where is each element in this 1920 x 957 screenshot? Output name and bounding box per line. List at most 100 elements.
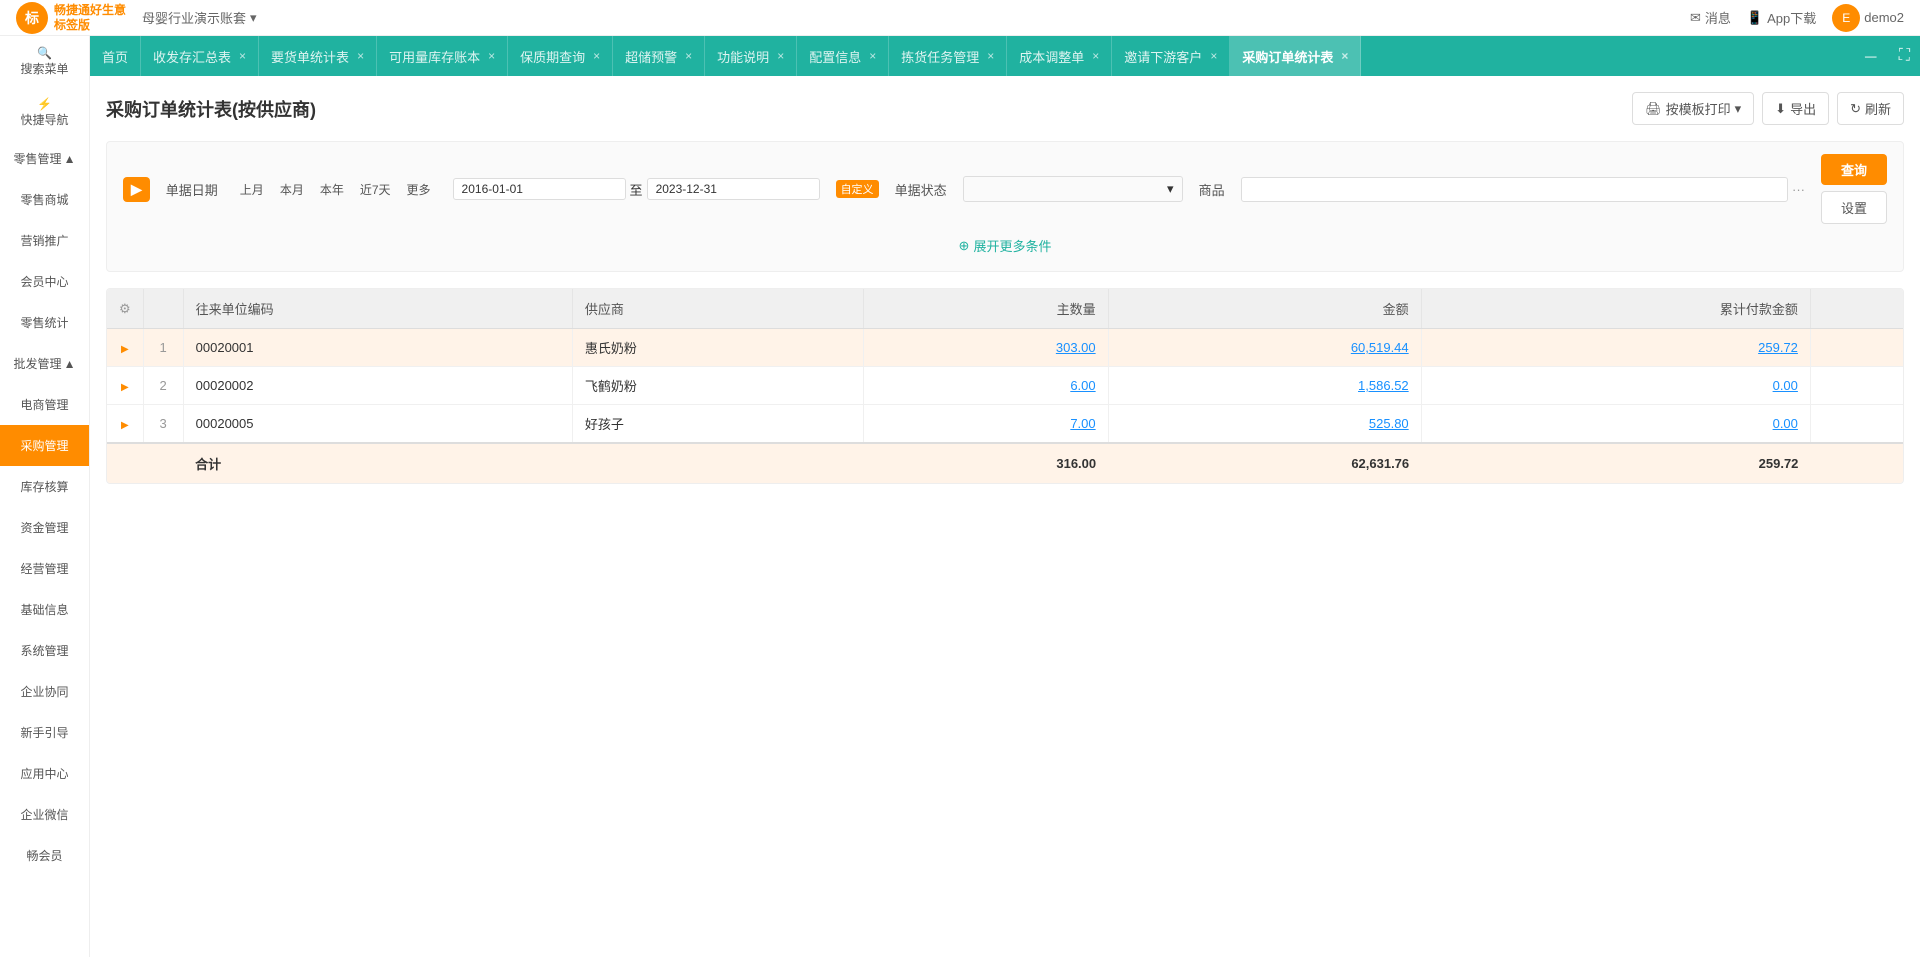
page-content: 采购订单统计表(按供应商) 🖨 按模板打印 ▾ ⬇ 导出 ↻ 刷新 (90, 76, 1920, 957)
tab-config[interactable]: 配置信息 × (797, 36, 889, 76)
sidebar-item-retail-shop[interactable]: 零售商城 (0, 179, 89, 220)
sidebar-item-search[interactable]: 🔍 搜索菜单 (0, 36, 89, 87)
sidebar-item-business[interactable]: 经营管理 (0, 548, 89, 589)
date-label: 单据日期 (166, 180, 218, 199)
tab-expiry[interactable]: 保质期查询 × (508, 36, 613, 76)
row-qty[interactable]: 6.00 (863, 367, 1108, 405)
table-row: ▶ 2 00020002 飞鹤奶粉 6.00 1,586.52 0.00 (107, 367, 1903, 405)
tab-close-config[interactable]: × (869, 49, 876, 63)
workspace-selector[interactable]: 母婴行业演示账套 ▾ (134, 4, 265, 31)
tab-close-available[interactable]: × (488, 49, 495, 63)
row-extra (1810, 405, 1903, 444)
filter-area: ▶ 单据日期 上月 本月 本年 近7天 更多 至 自定义 (106, 141, 1904, 272)
row-supplier-code: 00020002 (183, 367, 572, 405)
print-button[interactable]: 🖨 按模板打印 ▾ (1632, 92, 1754, 125)
sidebar-item-wholesale[interactable]: 批发管理 ▲ (0, 343, 89, 384)
row-amount[interactable]: 1,586.52 (1108, 367, 1421, 405)
sidebar-item-purchase[interactable]: 采购管理 (0, 425, 89, 466)
tab-picking[interactable]: 拣货任务管理 × (889, 36, 1007, 76)
sidebar-item-ecommerce[interactable]: 电商管理 (0, 384, 89, 425)
chevron-down-icon: ▾ (1167, 181, 1174, 197)
tab-minimize-button[interactable]: － (1853, 36, 1889, 76)
table-row: ▶ 3 00020005 好孩子 7.00 525.80 0.00 (107, 405, 1903, 444)
tab-collect[interactable]: 收发存汇总表 × (141, 36, 259, 76)
data-table: ⚙ 往来单位编码 供应商 主数量 金额 累计付款金额 (107, 289, 1903, 483)
amount-col-header: 金额 (1108, 289, 1421, 329)
tab-requisition[interactable]: 要货单统计表 × (259, 36, 377, 76)
row-qty[interactable]: 7.00 (863, 405, 1108, 444)
tab-expand-button[interactable]: ⛶ (1889, 36, 1920, 76)
date-to-input[interactable] (647, 178, 820, 200)
row-supplier-code: 00020005 (183, 405, 572, 444)
row-expand-icon[interactable]: ▶ (121, 382, 129, 393)
tab-invite[interactable]: 邀请下游客户 × (1112, 36, 1230, 76)
row-expand-icon[interactable]: ▶ (121, 420, 129, 431)
qty-col-header: 主数量 (863, 289, 1108, 329)
tab-bar: 首页 收发存汇总表 × 要货单统计表 × 可用量库存账本 × 保质期查询 × 超… (90, 36, 1920, 76)
sidebar-item-system[interactable]: 系统管理 (0, 630, 89, 671)
query-button[interactable]: 查询 (1821, 154, 1887, 185)
shortcut-7days[interactable]: 近7天 (354, 179, 397, 200)
row-expand-icon[interactable]: ▶ (121, 344, 129, 355)
sidebar-item-retail-stats[interactable]: 零售统计 (0, 302, 89, 343)
status-select[interactable]: ▾ (963, 176, 1183, 202)
refresh-button[interactable]: ↻ 刷新 (1837, 92, 1904, 125)
shortcut-more[interactable]: 更多 (401, 179, 437, 200)
shortcut-this-month[interactable]: 本月 (274, 179, 310, 200)
date-from-input[interactable] (453, 178, 626, 200)
top-bar-left: 标 畅捷通好生意 标签版 母婴行业演示账套 ▾ (16, 2, 265, 34)
settings-button[interactable]: 设置 (1821, 191, 1887, 224)
tab-close-invite[interactable]: × (1210, 49, 1217, 63)
tab-overstock[interactable]: 超储预警 × (613, 36, 705, 76)
export-icon: ⬇ (1775, 101, 1786, 117)
row-paid[interactable]: 259.72 (1421, 329, 1810, 367)
shortcut-this-year[interactable]: 本年 (314, 179, 350, 200)
goods-label: 商品 (1199, 180, 1225, 199)
row-qty[interactable]: 303.00 (863, 329, 1108, 367)
message-button[interactable]: ✉ 消息 (1690, 8, 1731, 27)
sidebar-item-appcenter[interactable]: 应用中心 (0, 753, 89, 794)
filter-toggle-button[interactable]: ▶ (123, 177, 150, 202)
tab-close-expiry[interactable]: × (593, 49, 600, 63)
sidebar-item-newuser[interactable]: 新手引导 (0, 712, 89, 753)
sidebar-item-vip[interactable]: 畅会员 (0, 835, 89, 876)
user-menu[interactable]: E demo2 (1832, 4, 1904, 32)
row-paid[interactable]: 0.00 (1421, 367, 1810, 405)
sidebar-item-finance[interactable]: 资金管理 (0, 507, 89, 548)
tab-cost[interactable]: 成本调整单 × (1007, 36, 1112, 76)
tab-available[interactable]: 可用量库存账本 × (377, 36, 508, 76)
chevron-down-icon: ▾ (250, 10, 257, 26)
sidebar-item-basic[interactable]: 基础信息 (0, 589, 89, 630)
tab-close-collect[interactable]: × (239, 49, 246, 63)
row-extra (1810, 329, 1903, 367)
row-amount[interactable]: 60,519.44 (1108, 329, 1421, 367)
row-paid[interactable]: 0.00 (1421, 405, 1810, 444)
tab-function[interactable]: 功能说明 × (705, 36, 797, 76)
sidebar-item-member[interactable]: 会员中心 (0, 261, 89, 302)
tab-close-cost[interactable]: × (1092, 49, 1099, 63)
sidebar-item-retail[interactable]: 零售管理 ▲ (0, 138, 89, 179)
tab-close-function[interactable]: × (777, 49, 784, 63)
tab-close-purchase-stats[interactable]: × (1341, 49, 1348, 63)
extra-col-header (1810, 289, 1903, 329)
goods-input[interactable] (1241, 177, 1788, 202)
shortcut-last-month[interactable]: 上月 (234, 179, 270, 200)
expand-conditions-button[interactable]: ⊕ 展开更多条件 (951, 232, 1060, 259)
sidebar-item-shortcut[interactable]: ⚡ 快捷导航 (0, 87, 89, 138)
app-download-button[interactable]: 📱 App下载 (1747, 8, 1816, 27)
tab-close-requisition[interactable]: × (357, 49, 364, 63)
sidebar-item-enterprise[interactable]: 企业协同 (0, 671, 89, 712)
settings-col-icon[interactable]: ⚙ (119, 301, 131, 316)
footer-supplier (572, 443, 863, 483)
row-settings: ▶ (107, 405, 143, 444)
tab-home[interactable]: 首页 (90, 36, 141, 76)
export-button[interactable]: ⬇ 导出 (1762, 92, 1829, 125)
row-amount[interactable]: 525.80 (1108, 405, 1421, 444)
tab-purchase-stats[interactable]: 采购订单统计表 × (1230, 36, 1361, 76)
tab-close-picking[interactable]: × (987, 49, 994, 63)
filter-right-actions: 查询 设置 (1821, 154, 1887, 224)
tab-close-overstock[interactable]: × (685, 49, 692, 63)
sidebar-item-wechat[interactable]: 企业微信 (0, 794, 89, 835)
sidebar-item-marketing[interactable]: 营销推广 (0, 220, 89, 261)
sidebar-item-inventory[interactable]: 库存核算 (0, 466, 89, 507)
